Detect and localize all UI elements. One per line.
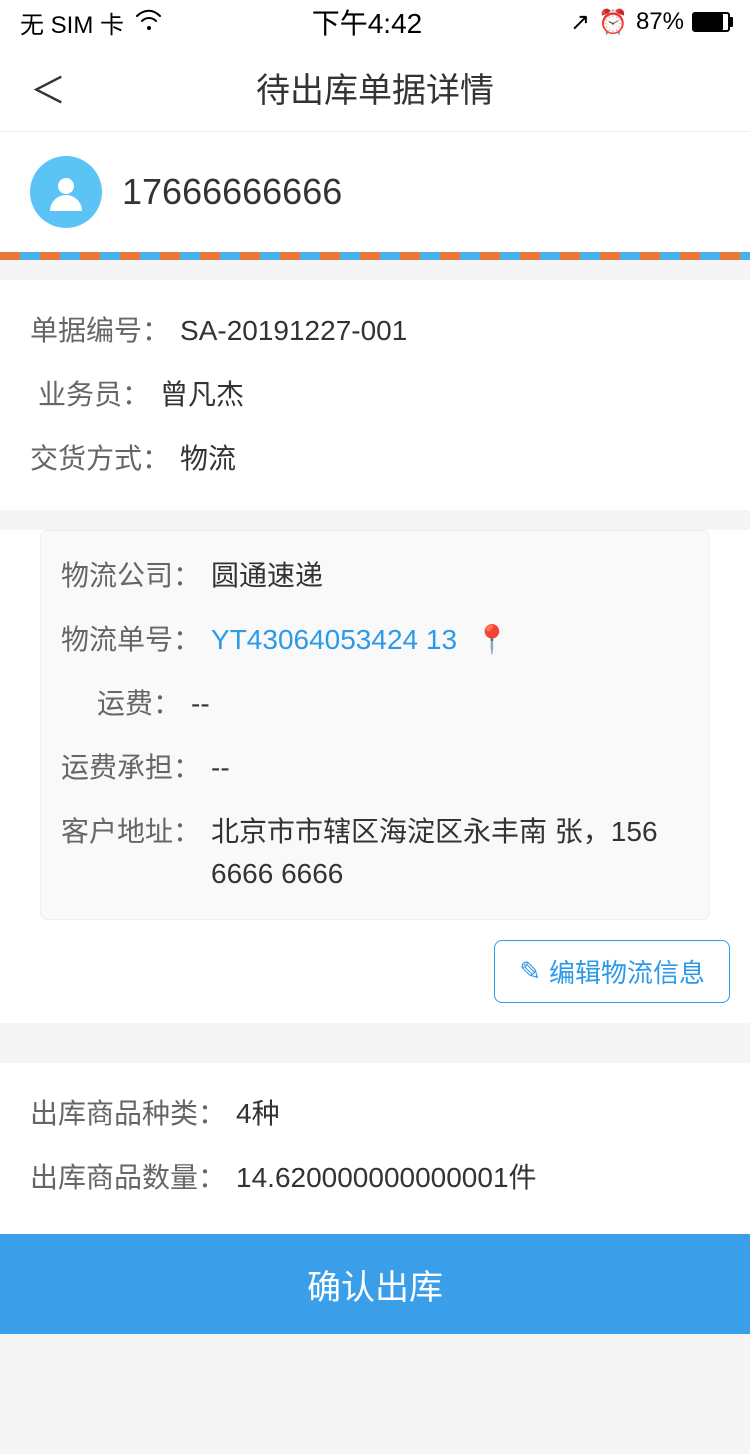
delivery-row: 交货方式： 物流 [30, 438, 720, 480]
customer-header: 17666666666 [0, 132, 750, 252]
order-info-section: 单据编号： SA-20191227-001 业务员： 曾凡杰 交货方式： 物流 [0, 280, 750, 510]
status-left: 无 SIM 卡 [20, 5, 164, 40]
freight-row: 运费： -- [61, 683, 689, 725]
confirm-button-label: 确认出库 [307, 1260, 443, 1309]
status-right: ↗ ⏰ 87% [570, 8, 730, 37]
delivery-value: 物流 [180, 438, 720, 480]
goods-types-value: 4种 [236, 1093, 720, 1135]
back-button[interactable]: ＜ [20, 52, 76, 124]
confirm-button[interactable]: 确认出库 [0, 1234, 750, 1334]
goods-quantity-value: 14.620000000000001件 [236, 1157, 720, 1199]
wifi-icon [134, 8, 164, 37]
logistics-tracking-label: 物流单号： [61, 619, 211, 661]
bottom-spacer [0, 1334, 750, 1454]
page-title: 待出库单据详情 [256, 63, 494, 112]
location-pin-icon: 📍 [475, 619, 510, 661]
order-number-value: SA-20191227-001 [180, 310, 720, 352]
order-number-label: 单据编号： [30, 310, 180, 352]
dashed-divider [0, 252, 750, 260]
logistics-company-label: 物流公司： [61, 555, 211, 597]
edit-icon: ✎ [519, 956, 541, 987]
section-gap-1 [0, 1023, 750, 1043]
address-label: 客户地址： [61, 811, 211, 853]
alarm-icon: ⏰ [598, 8, 628, 37]
battery-icon [692, 12, 730, 32]
salesman-value: 曾凡杰 [160, 374, 720, 416]
address-value: 北京市市辖区海淀区永丰南 张，156 6666 6666 [211, 811, 689, 895]
goods-quantity-row: 出库商品数量： 14.620000000000001件 [30, 1157, 720, 1199]
carrier-text: 无 SIM 卡 [20, 5, 124, 40]
logistics-tracking-row: 物流单号： YT43064053424 13 📍 [61, 619, 689, 661]
edit-logistics-button[interactable]: ✎ 编辑物流信息 [494, 940, 730, 1003]
time-text: 下午4:42 [312, 2, 423, 42]
status-bar: 无 SIM 卡 下午4:42 ↗ ⏰ 87% [0, 0, 750, 44]
edit-logistics-area: ✎ 编辑物流信息 [20, 920, 730, 1003]
customer-phone: 17666666666 [122, 171, 342, 213]
avatar [30, 156, 102, 228]
logistics-company-row: 物流公司： 圆通速递 [61, 555, 689, 597]
freight-bear-value: -- [211, 747, 689, 789]
freight-value: -- [191, 683, 689, 725]
goods-types-label: 出库商品种类： [30, 1093, 236, 1135]
address-row: 客户地址： 北京市市辖区海淀区永丰南 张，156 6666 6666 [61, 811, 689, 895]
goods-types-row: 出库商品种类： 4种 [30, 1093, 720, 1135]
edit-logistics-label: 编辑物流信息 [549, 953, 705, 990]
location-icon: ↗ [570, 8, 590, 37]
salesman-label: 业务员： [30, 374, 160, 416]
logistics-tracking-value: YT43064053424 13 📍 [211, 619, 689, 661]
order-number-row: 单据编号： SA-20191227-001 [30, 310, 720, 352]
logistics-section: 物流公司： 圆通速递 物流单号： YT43064053424 13 📍 运费： … [40, 530, 710, 920]
logistics-company-value: 圆通速递 [211, 555, 689, 597]
freight-label: 运费： [61, 683, 191, 725]
nav-bar: ＜ 待出库单据详情 [0, 44, 750, 132]
freight-bear-row: 运费承担： -- [61, 747, 689, 789]
battery-text: 87% [636, 8, 684, 36]
delivery-label: 交货方式： [30, 438, 180, 480]
salesman-row: 业务员： 曾凡杰 [30, 374, 720, 416]
freight-bear-label: 运费承担： [61, 747, 211, 789]
goods-quantity-label: 出库商品数量： [30, 1157, 236, 1199]
